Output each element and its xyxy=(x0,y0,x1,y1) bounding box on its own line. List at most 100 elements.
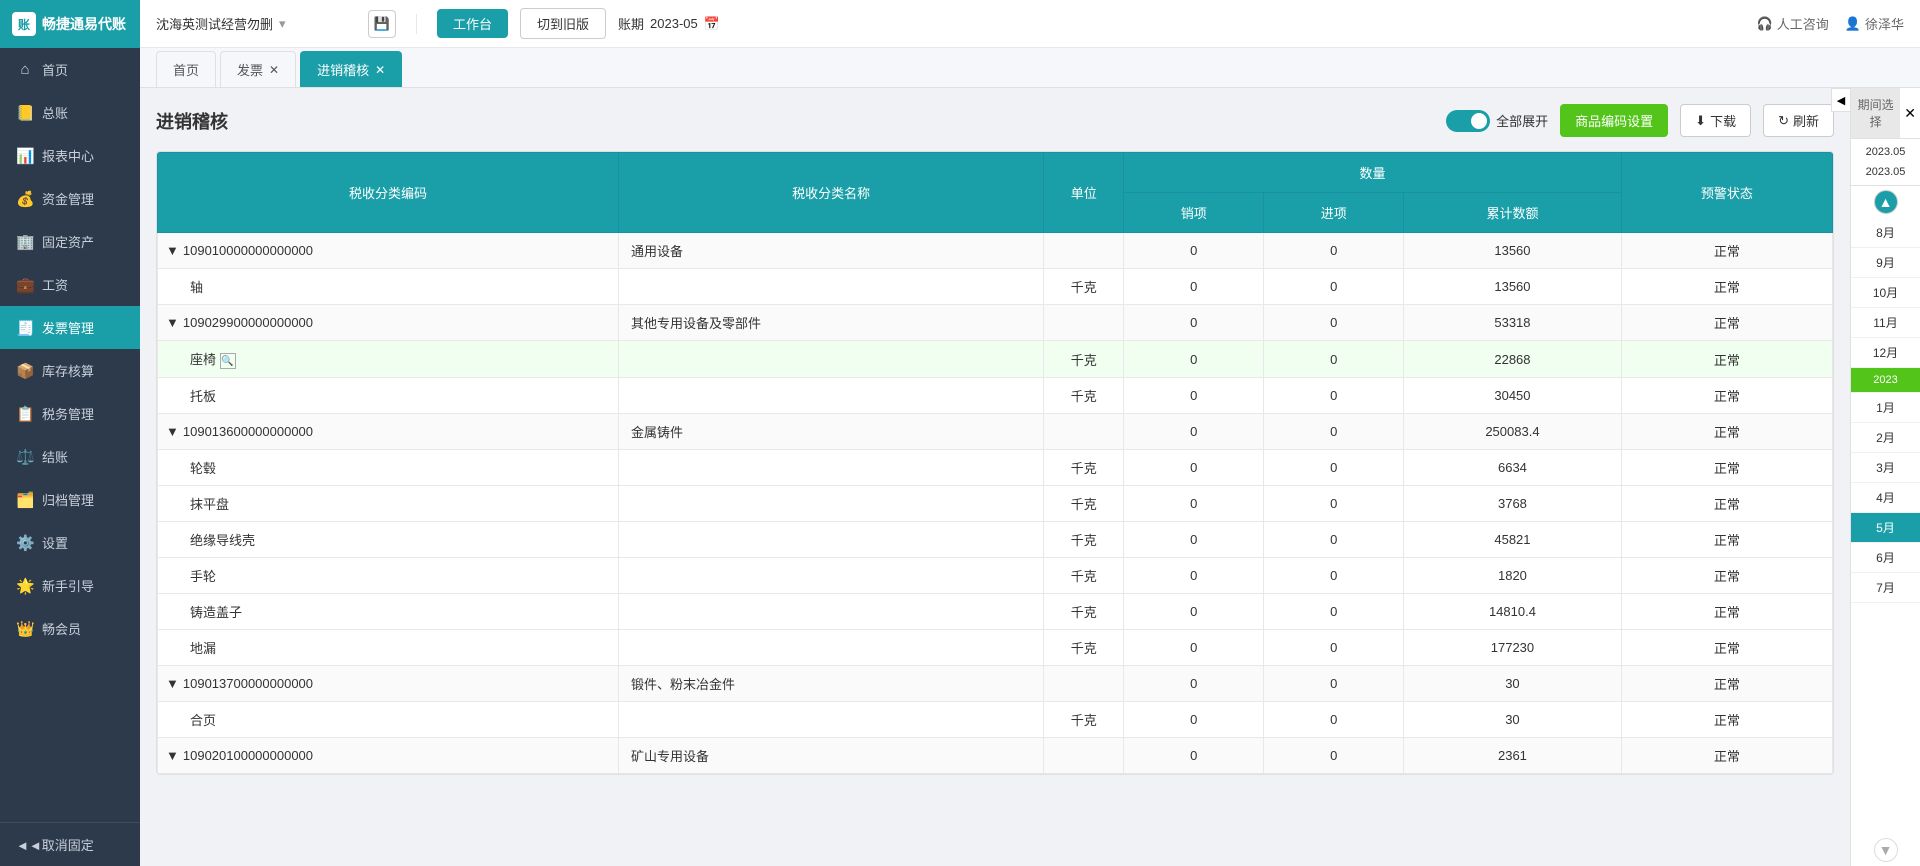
expand-arrow[interactable]: ▼ xyxy=(166,424,179,439)
row-warning: 正常 xyxy=(1621,558,1832,594)
period-item[interactable]: 12月 xyxy=(1851,338,1920,368)
sidebar-nav: ⌂ 首页 📒 总账 📊 报表中心 💰 资金管理 🏢 固定资产 💼 工资 🧾 发票… xyxy=(0,48,140,822)
refresh-button[interactable]: ↻ 刷新 xyxy=(1763,104,1834,137)
row-code: 托板 xyxy=(158,378,619,414)
row-total: 14810.4 xyxy=(1404,594,1621,630)
tab-invoice[interactable]: 发票 ✕ xyxy=(220,51,296,87)
period-item[interactable]: 10月 xyxy=(1851,278,1920,308)
tab-home-label: 首页 xyxy=(173,60,199,79)
period-item[interactable]: 7月 xyxy=(1851,573,1920,603)
row-sales: 0 xyxy=(1124,305,1264,341)
tab-reconcile-label: 进销稽核 xyxy=(317,60,369,79)
save-button[interactable]: 💾 xyxy=(368,10,396,38)
row-code: 座椅 🔍 xyxy=(158,341,619,378)
sidebar-item-reports[interactable]: 📊 报表中心 xyxy=(0,134,140,177)
period-prev-btn[interactable]: ▲ xyxy=(1874,190,1898,214)
row-sales: 0 xyxy=(1124,450,1264,486)
expand-label: 全部展开 xyxy=(1496,111,1548,130)
period-item[interactable]: 4月 xyxy=(1851,483,1920,513)
sidebar-item-home[interactable]: ⌂ 首页 xyxy=(0,48,140,91)
period-item[interactable]: 9月 xyxy=(1851,248,1920,278)
ledger-icon: 📒 xyxy=(16,104,34,122)
period-item[interactable]: 2月 xyxy=(1851,423,1920,453)
table-row: ▼109029900000000000 其他专用设备及零部件 0 0 53318… xyxy=(158,305,1833,341)
col-unit: 单位 xyxy=(1044,153,1124,233)
row-name xyxy=(618,702,1043,738)
guide-icon: 🌟 xyxy=(16,577,34,595)
company-dropdown-icon[interactable]: ▾ xyxy=(279,16,286,32)
right-panel: ◀ 期间选择 ✕ 2023.05 2023.05 ▲ 8月9月10月11月12月… xyxy=(1850,88,1920,866)
tab-invoice-close[interactable]: ✕ xyxy=(269,63,279,77)
row-total: 30 xyxy=(1404,666,1621,702)
tax-icon: 📋 xyxy=(16,405,34,423)
row-purchase: 0 xyxy=(1264,702,1404,738)
sidebar-item-guide[interactable]: 🌟 新手引导 xyxy=(0,564,140,607)
row-name xyxy=(618,269,1043,305)
row-sales: 0 xyxy=(1124,558,1264,594)
table-row: 抹平盘 千克 0 0 3768 正常 xyxy=(158,486,1833,522)
workbench-button[interactable]: 工作台 xyxy=(437,9,508,38)
period-item[interactable]: 5月 xyxy=(1851,513,1920,543)
expand-arrow[interactable]: ▼ xyxy=(166,676,179,691)
table-row: 座椅 🔍 千克 0 0 22868 正常 xyxy=(158,341,1833,378)
sidebar-item-settings[interactable]: ⚙️ 设置 xyxy=(0,521,140,564)
download-button[interactable]: ⬇ 下载 xyxy=(1680,104,1751,137)
period-item[interactable]: 11月 xyxy=(1851,308,1920,338)
sidebar-item-tax[interactable]: 📋 税务管理 xyxy=(0,392,140,435)
support-link[interactable]: 🎧 人工咨询 xyxy=(1757,14,1829,33)
row-name: 通用设备 xyxy=(618,233,1043,269)
period-down-btn-wrap: ▼ xyxy=(1851,834,1920,866)
expand-toggle-wrap: 全部展开 xyxy=(1446,110,1548,132)
period-item[interactable]: 2023 xyxy=(1851,368,1920,393)
tab-reconcile[interactable]: 进销稽核 ✕ xyxy=(300,51,402,87)
expand-arrow[interactable]: ▼ xyxy=(166,748,179,763)
period-item[interactable]: 1月 xyxy=(1851,393,1920,423)
switch-version-button[interactable]: 切到旧版 xyxy=(520,8,606,39)
sidebar-item-settle[interactable]: ⚖️ 结账 xyxy=(0,435,140,478)
period-item[interactable]: 6月 xyxy=(1851,543,1920,573)
sidebar-item-ledger[interactable]: 📒 总账 xyxy=(0,91,140,134)
table-row: ▼109013600000000000 金属铸件 0 0 250083.4 正常 xyxy=(158,414,1833,450)
row-name xyxy=(618,450,1043,486)
panel-close-btn[interactable]: ✕ xyxy=(1900,101,1920,126)
row-total: 250083.4 xyxy=(1404,414,1621,450)
sidebar-item-archive[interactable]: 🗂️ 归档管理 xyxy=(0,478,140,521)
logo-icon: 账 xyxy=(12,12,36,36)
period-item[interactable]: 8月 xyxy=(1851,218,1920,248)
panel-collapse-btn[interactable]: ◀ xyxy=(1831,88,1851,112)
divider xyxy=(416,14,417,34)
expand-arrow[interactable]: ▼ xyxy=(166,315,179,330)
sidebar-item-label: 归档管理 xyxy=(42,490,94,509)
product-code-button[interactable]: 商品编码设置 xyxy=(1560,104,1668,137)
row-total: 45821 xyxy=(1404,522,1621,558)
row-unit: 千克 xyxy=(1044,558,1124,594)
search-icon[interactable]: 🔍 xyxy=(220,353,236,369)
assets-icon: 🏢 xyxy=(16,233,34,251)
row-code: 手轮 xyxy=(158,558,619,594)
period-list: 8月9月10月11月12月20231月2月3月4月5月6月7月 xyxy=(1851,218,1920,834)
sidebar-item-label: 设置 xyxy=(42,533,68,552)
sidebar-unpin[interactable]: ◄◄取消固定 xyxy=(0,822,140,866)
calendar-icon[interactable]: 📅 xyxy=(704,16,720,32)
tab-home[interactable]: 首页 xyxy=(156,51,216,87)
sidebar-item-label: 库存核算 xyxy=(42,361,94,380)
sidebar-item-funds[interactable]: 💰 资金管理 xyxy=(0,177,140,220)
company-selector[interactable]: 沈海英测试经营勿删 ▾ xyxy=(156,14,356,33)
tab-reconcile-close[interactable]: ✕ xyxy=(375,63,385,77)
expand-toggle[interactable] xyxy=(1446,110,1490,132)
table-row: ▼109010000000000000 通用设备 0 0 13560 正常 xyxy=(158,233,1833,269)
period-selector-header[interactable]: 期间选择 xyxy=(1851,88,1900,138)
sidebar: 账 畅捷通易代账 ⌂ 首页 📒 总账 📊 报表中心 💰 资金管理 🏢 固定资产 … xyxy=(0,0,140,866)
row-warning: 正常 xyxy=(1621,594,1832,630)
row-purchase: 0 xyxy=(1264,666,1404,702)
expand-arrow[interactable]: ▼ xyxy=(166,243,179,258)
sidebar-item-payroll[interactable]: 💼 工资 xyxy=(0,263,140,306)
sidebar-item-assets[interactable]: 🏢 固定资产 xyxy=(0,220,140,263)
sidebar-item-invoice[interactable]: 🧾 发票管理 xyxy=(0,306,140,349)
sidebar-item-member[interactable]: 👑 畅会员 xyxy=(0,607,140,650)
sidebar-item-inventory[interactable]: 📦 库存核算 xyxy=(0,349,140,392)
period-next-btn[interactable]: ▼ xyxy=(1874,838,1898,862)
period-item[interactable]: 3月 xyxy=(1851,453,1920,483)
row-name: 矿山专用设备 xyxy=(618,738,1043,774)
table-row: 轮毂 千克 0 0 6634 正常 xyxy=(158,450,1833,486)
